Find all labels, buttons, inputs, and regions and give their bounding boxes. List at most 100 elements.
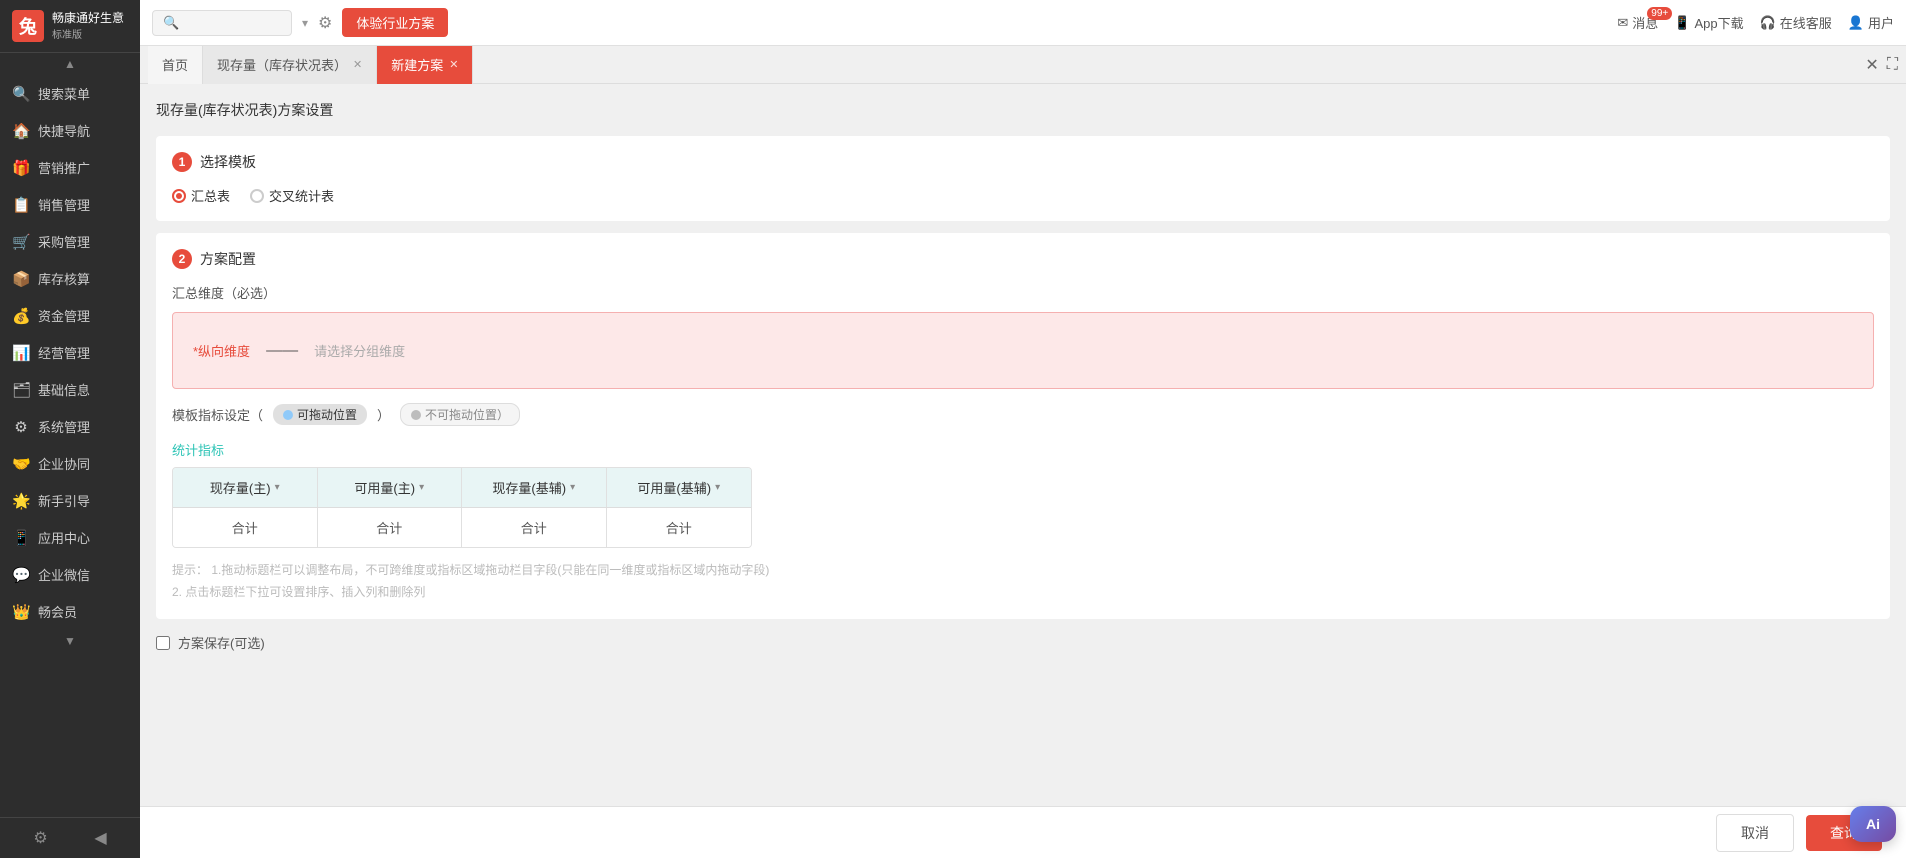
gift-icon: 🎁	[12, 159, 30, 177]
sidebar-scroll-up[interactable]: ▲	[0, 53, 140, 75]
sidebar-item-quick-nav[interactable]: 🏠 快捷导航	[0, 112, 140, 149]
save-checkbox[interactable]	[156, 636, 170, 650]
search-input[interactable]	[185, 16, 275, 30]
ai-fab-button[interactable]: Ai	[1850, 806, 1896, 842]
logo-icon: 兔	[12, 10, 44, 42]
content-area: 现存量(库存状况表)方案设置 1 选择模板 汇总表 交叉统计表 2	[140, 84, 1906, 806]
search-box[interactable]: 🔍	[152, 10, 292, 36]
message-badge: 99+	[1647, 7, 1672, 20]
sidebar-item-label: 搜索菜单	[38, 84, 90, 103]
main-area: 🔍 ▾ ⚙ 体验行业方案 ✉ 消息 99+ 📱 App下载 🎧 在线客服 👤 用…	[140, 0, 1906, 858]
gear-icon: ⚙	[12, 418, 30, 436]
service-button[interactable]: 🎧 在线客服	[1760, 13, 1832, 32]
sidebar-item-operations[interactable]: 📊 经营管理	[0, 334, 140, 371]
sidebar-item-system[interactable]: ⚙ 系统管理	[0, 408, 140, 445]
tab-inventory[interactable]: 现存量（库存状况表） ✕	[203, 46, 377, 84]
tab-close-all-button[interactable]: ✕	[1865, 55, 1878, 75]
sidebar-item-finance[interactable]: 💰 资金管理	[0, 297, 140, 334]
dimension-box[interactable]: *纵向维度 —— 请选择分组维度	[172, 312, 1874, 389]
col-label-1: 可用量(主)	[354, 478, 415, 497]
radio-cross[interactable]: 交叉统计表	[250, 186, 334, 205]
tip-2: 2. 点击标题栏下拉可设置排序、插入列和删除列	[172, 582, 1874, 604]
tab-inventory-label: 现存量（库存状况表）	[217, 55, 347, 74]
app-download-button[interactable]: 📱 App下载	[1674, 13, 1743, 32]
sidebar-item-enterprise[interactable]: 🤝 企业协同	[0, 445, 140, 482]
col-header-0[interactable]: 现存量(主) ▾	[173, 468, 318, 507]
sidebar-bottom: ⚙ ◀	[0, 817, 140, 858]
tab-inventory-close[interactable]: ✕	[353, 58, 362, 71]
cancel-button[interactable]: 取消	[1716, 814, 1794, 852]
tip-1: 提示： 1.拖动标题栏可以调整布局，不可跨维度或指标区域拖动栏目字段(只能在同一…	[172, 560, 1874, 582]
chat-icon: 💬	[12, 566, 30, 584]
crown-icon: 👑	[12, 603, 30, 621]
settings-icon[interactable]: ⚙	[318, 13, 332, 33]
col-chevron-2[interactable]: ▾	[570, 482, 575, 493]
sidebar-scroll-down[interactable]: ▼	[0, 630, 140, 652]
sales-icon: 📋	[12, 196, 30, 214]
sidebar-item-purchase[interactable]: 🛒 采购管理	[0, 223, 140, 260]
sidebar: 兔 畅康通好生意 标准版 ▲ 🔍 搜索菜单 🏠 快捷导航 🎁 营销推广 📋 销售…	[0, 0, 140, 858]
sidebar-item-label: 基础信息	[38, 380, 90, 399]
indicator-non-draggable-badge: 不可拖动位置）	[400, 403, 520, 426]
sidebar-item-member[interactable]: 👑 畅会员	[0, 593, 140, 630]
sidebar-item-newbie[interactable]: 🌟 新手引导	[0, 482, 140, 519]
box-icon: 📦	[12, 270, 30, 288]
sidebar-item-label: 经营管理	[38, 343, 90, 362]
col-header-3[interactable]: 可用量(基辅) ▾	[607, 468, 752, 507]
cart-icon: 🛒	[12, 233, 30, 251]
trial-button[interactable]: 体验行业方案	[342, 8, 448, 37]
sidebar-item-inventory[interactable]: 📦 库存核算	[0, 260, 140, 297]
sidebar-item-wechat[interactable]: 💬 企业微信	[0, 556, 140, 593]
user-button[interactable]: 👤 用户	[1848, 13, 1894, 32]
logo-area: 兔 畅康通好生意 标准版	[0, 0, 140, 53]
message-button[interactable]: ✉ 消息 99+	[1617, 13, 1658, 32]
indicator-draggable-badge: 可拖动位置	[273, 404, 367, 425]
col-body-0: 合计	[173, 508, 318, 547]
col-label-2: 现存量(基辅)	[492, 478, 566, 497]
tab-new-scheme[interactable]: 新建方案 ✕	[377, 46, 473, 84]
collapse-icon[interactable]: ◀	[94, 828, 106, 848]
tab-home[interactable]: 首页	[148, 46, 203, 84]
tabs-actions: ✕ ⛶	[1865, 55, 1898, 75]
sidebar-item-app-center[interactable]: 📱 应用中心	[0, 519, 140, 556]
radio-summary-circle	[172, 189, 186, 203]
app-name: 畅康通好生意	[52, 11, 124, 27]
stats-table-header: 现存量(主) ▾ 可用量(主) ▾ 现存量(基辅) ▾ 可用量(基辅) ▾	[173, 468, 751, 508]
user-icon: 👤	[1848, 15, 1864, 31]
col-body-2: 合计	[462, 508, 607, 547]
search-box-icon: 🔍	[163, 15, 179, 31]
col-chevron-0[interactable]: ▾	[275, 482, 280, 493]
topbar-right: ✉ 消息 99+ 📱 App下载 🎧 在线客服 👤 用户	[1617, 13, 1894, 32]
chart-icon: 📊	[12, 344, 30, 362]
step2-section: 2 方案配置 汇总维度（必选） *纵向维度 —— 请选择分组维度 模板指标设定（…	[156, 233, 1890, 619]
col-chevron-1[interactable]: ▾	[419, 482, 424, 493]
sidebar-item-search-menu[interactable]: 🔍 搜索菜单	[0, 75, 140, 112]
info-icon: 🗂	[12, 381, 30, 399]
search-dropdown-icon[interactable]: ▾	[302, 16, 308, 30]
col-header-2[interactable]: 现存量(基辅) ▾	[462, 468, 607, 507]
settings-bottom-icon[interactable]: ⚙	[33, 828, 47, 848]
sidebar-item-marketing[interactable]: 🎁 营销推广	[0, 149, 140, 186]
service-label: 在线客服	[1780, 13, 1832, 32]
sidebar-item-sales[interactable]: 📋 销售管理	[0, 186, 140, 223]
step1-section: 1 选择模板 汇总表 交叉统计表	[156, 136, 1890, 221]
col-chevron-3[interactable]: ▾	[715, 482, 720, 493]
sidebar-item-label: 新手引导	[38, 491, 90, 510]
app-edition: 标准版	[52, 26, 124, 41]
col-header-1[interactable]: 可用量(主) ▾	[318, 468, 463, 507]
tab-expand-button[interactable]: ⛶	[1887, 56, 1898, 74]
app-icon: 📱	[1674, 15, 1690, 31]
step2-title: 方案配置	[200, 249, 256, 269]
step1-header: 1 选择模板	[172, 152, 1874, 172]
sidebar-item-label: 系统管理	[38, 417, 90, 436]
money-icon: 💰	[12, 307, 30, 325]
sidebar-item-basic[interactable]: 🗂 基础信息	[0, 371, 140, 408]
tab-new-scheme-close[interactable]: ✕	[449, 58, 458, 71]
indicator-setting-prefix: 模板指标设定（	[172, 405, 263, 424]
sidebar-item-label: 快捷导航	[38, 121, 90, 140]
radio-summary[interactable]: 汇总表	[172, 186, 230, 205]
sidebar-item-label: 销售管理	[38, 195, 90, 214]
star-icon: 🌟	[12, 492, 30, 510]
step2-header: 2 方案配置	[172, 249, 1874, 269]
tips-section: 提示： 1.拖动标题栏可以调整布局，不可跨维度或指标区域拖动栏目字段(只能在同一…	[172, 560, 1874, 603]
